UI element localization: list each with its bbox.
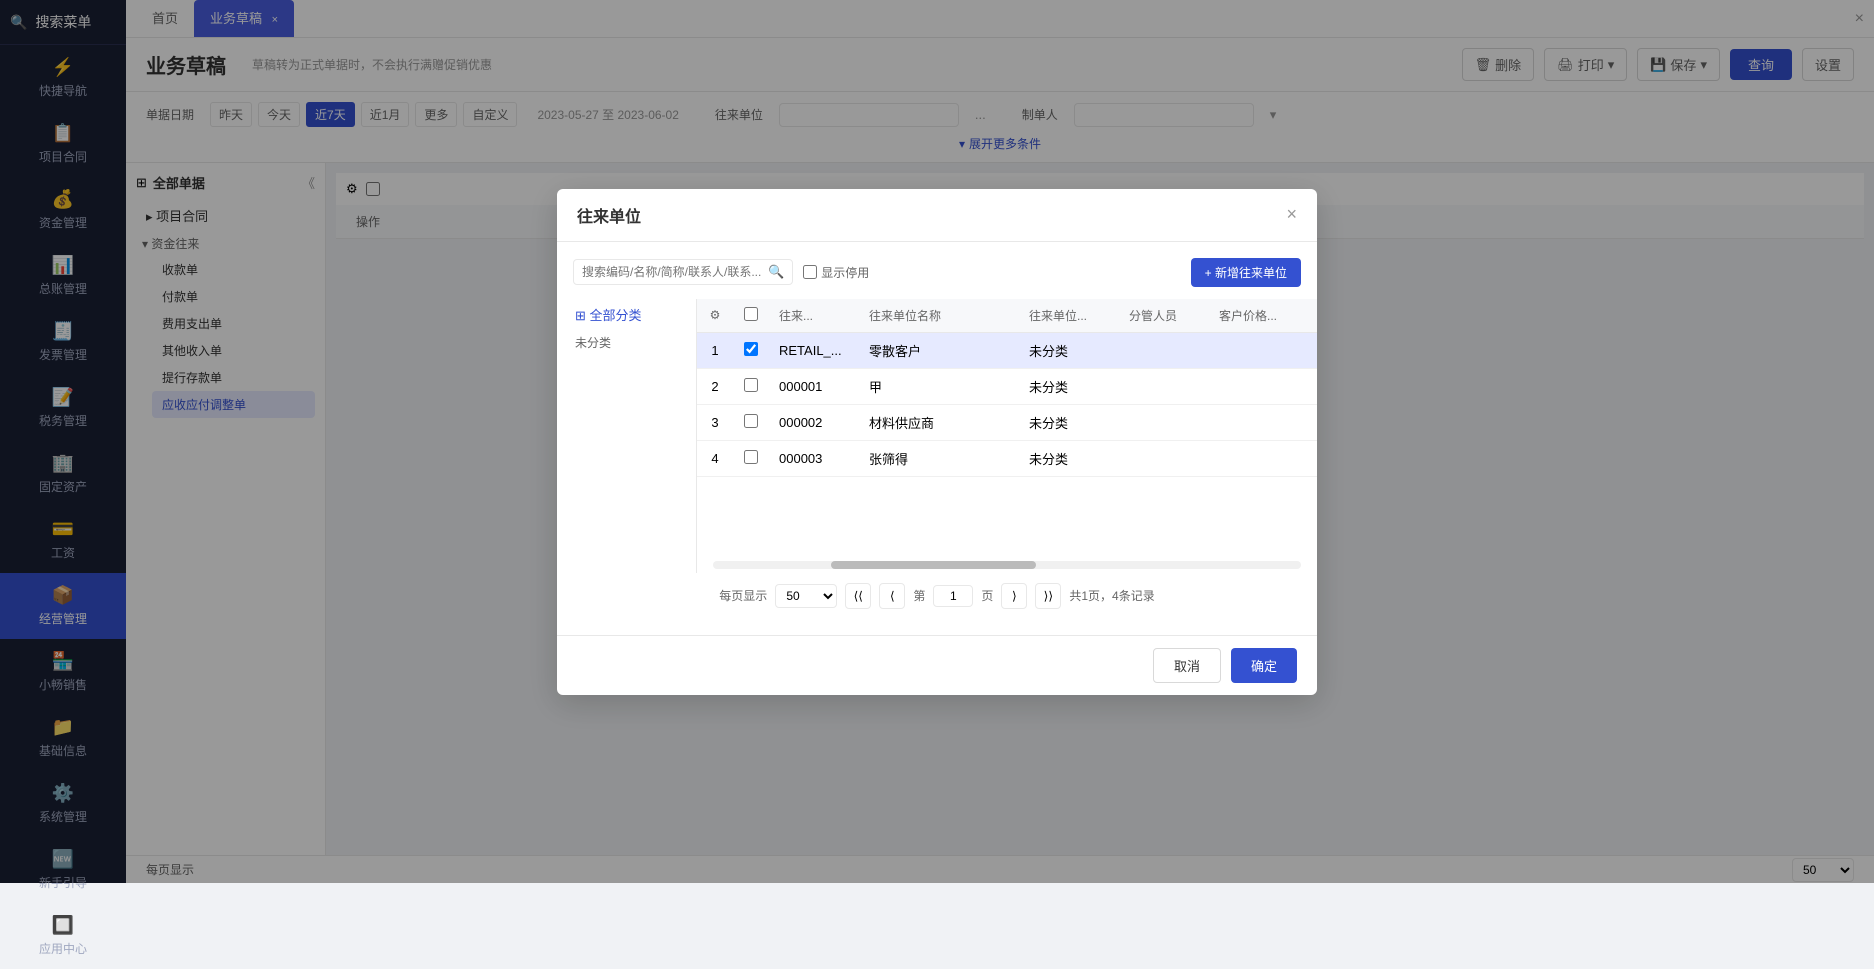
- table-row[interactable]: 1 RETAIL_... 零散客户 未分类: [697, 333, 1317, 369]
- table-row[interactable]: 2 000001 甲 未分类: [697, 369, 1317, 405]
- horizontal-scrollbar[interactable]: [713, 561, 1301, 569]
- col-price-header: 客户价格...: [1209, 307, 1309, 324]
- row-code-3: 000002: [769, 415, 859, 430]
- modal-overlay: 往来单位 × 🔍 显示停用 + 新增往来单位: [0, 0, 1874, 883]
- add-btn-label: + 新增往来单位: [1205, 264, 1287, 281]
- per-page-label: 每页显示: [719, 587, 767, 604]
- prev-page-button[interactable]: ⟨: [879, 583, 905, 609]
- page-unit-label: 页: [981, 587, 993, 604]
- add-partner-button[interactable]: + 新增往来单位: [1191, 258, 1301, 287]
- first-page-button[interactable]: ⟨⟨: [845, 583, 871, 609]
- sidebar-label: 应用中心: [39, 940, 87, 957]
- show-disabled-checkbox[interactable]: [803, 265, 817, 279]
- page-label: 第: [913, 587, 925, 604]
- cancel-label: 取消: [1174, 659, 1200, 674]
- dialog-split: ⊞ 全部分类 未分类 ⚙ 往来...: [557, 299, 1317, 573]
- dialog-title: 往来单位: [577, 203, 641, 227]
- row-name-4: 张筛得: [859, 449, 1019, 468]
- sidebar-item-appcenter[interactable]: 🔲 应用中心: [0, 903, 126, 969]
- next-page-button[interactable]: ⟩: [1001, 583, 1027, 609]
- row-num-2: 2: [697, 379, 733, 394]
- row-name-2: 甲: [859, 377, 1019, 396]
- confirm-button[interactable]: 确定: [1231, 648, 1297, 683]
- row-code-4: 000003: [769, 451, 859, 466]
- row-name-3: 材料供应商: [859, 413, 1019, 432]
- dialog-pagination: 每页显示 50 ⟨⟨ ⟨ 第 页 ⟩ ⟩⟩ 共1页，4条记录: [557, 573, 1317, 619]
- row-type-1: 未分类: [1019, 341, 1119, 360]
- col-type-header: 往来单位...: [1019, 307, 1119, 324]
- show-disabled-label[interactable]: 显示停用: [803, 264, 869, 281]
- row-code-1: RETAIL_...: [769, 343, 859, 358]
- dialog-table: ⚙ 往来... 往来单位名称 往来单位... 分管人员 客户价格... 1: [697, 299, 1317, 573]
- row-check-1[interactable]: [733, 342, 769, 359]
- tree-item-all[interactable]: ⊞ 全部分类: [567, 299, 686, 330]
- dialog-search-input[interactable]: [582, 265, 762, 279]
- dialog-footer: 取消 确定: [557, 635, 1317, 695]
- col-person-header: 分管人员: [1119, 307, 1209, 324]
- dialog-close-button[interactable]: ×: [1286, 204, 1297, 225]
- search-icon: 🔍: [768, 264, 784, 280]
- table-head-row: ⚙ 往来... 往来单位名称 往来单位... 分管人员 客户价格...: [697, 299, 1317, 333]
- dialog-body: 🔍 显示停用 + 新增往来单位 ⊞ 全部分类: [557, 242, 1317, 635]
- row-num-4: 4: [697, 451, 733, 466]
- row-name-1: 零散客户: [859, 341, 1019, 360]
- row-check-2[interactable]: [733, 378, 769, 395]
- row-check-3[interactable]: [733, 414, 769, 431]
- row-type-2: 未分类: [1019, 377, 1119, 396]
- row-check-4[interactable]: [733, 450, 769, 467]
- row-num-1: 1: [697, 343, 733, 358]
- row-num-3: 3: [697, 415, 733, 430]
- scroll-thumb[interactable]: [831, 561, 1037, 569]
- per-page-select[interactable]: 50: [775, 584, 837, 608]
- row-type-4: 未分类: [1019, 449, 1119, 468]
- cancel-button[interactable]: 取消: [1153, 648, 1221, 683]
- dialog-toolbar: 🔍 显示停用 + 新增往来单位: [557, 258, 1317, 299]
- confirm-label: 确定: [1251, 659, 1277, 674]
- row-code-2: 000001: [769, 379, 859, 394]
- dialog-search-box[interactable]: 🔍: [573, 259, 793, 285]
- tree-all-icon: ⊞: [575, 308, 590, 323]
- tree-item-uncategorized[interactable]: 未分类: [567, 330, 686, 355]
- table-row[interactable]: 4 000003 张筛得 未分类: [697, 441, 1317, 477]
- header-checkbox[interactable]: [744, 307, 758, 321]
- col-settings-header[interactable]: ⚙: [697, 308, 733, 322]
- partner-dialog: 往来单位 × 🔍 显示停用 + 新增往来单位: [557, 189, 1317, 695]
- col-check-header[interactable]: [733, 307, 769, 324]
- total-info-label: 共1页，4条记录: [1069, 587, 1154, 604]
- dialog-tree: ⊞ 全部分类 未分类: [557, 299, 697, 573]
- appcenter-icon: 🔲: [52, 915, 74, 936]
- page-number-input[interactable]: [933, 585, 973, 607]
- last-page-button[interactable]: ⟩⟩: [1035, 583, 1061, 609]
- table-row[interactable]: 3 000002 材料供应商 未分类: [697, 405, 1317, 441]
- col-code-header: 往来...: [769, 307, 859, 324]
- col-name-header: 往来单位名称: [859, 307, 1019, 324]
- row-type-3: 未分类: [1019, 413, 1119, 432]
- dialog-header: 往来单位 ×: [557, 189, 1317, 242]
